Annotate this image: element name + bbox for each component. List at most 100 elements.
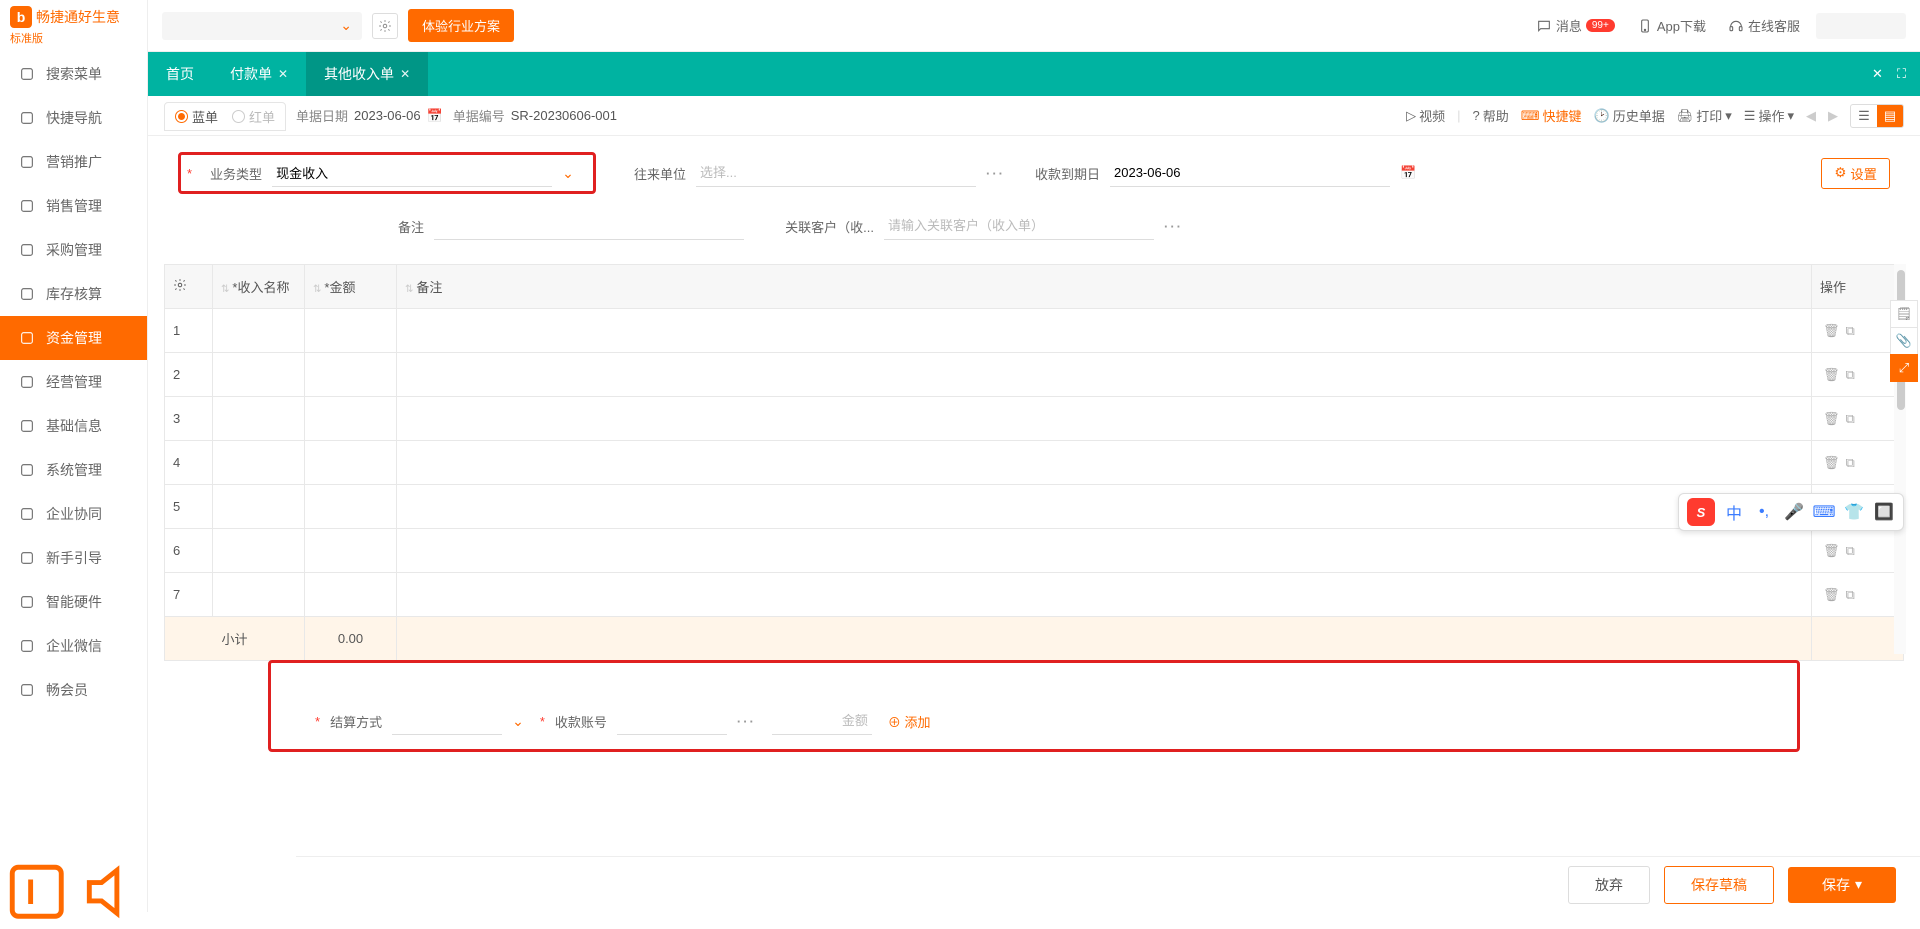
row-delete-icon[interactable]: 🗑	[1820, 411, 1843, 426]
sidebar-sound-icon[interactable]	[74, 872, 148, 912]
ime-skin-icon[interactable]: 👕	[1843, 501, 1865, 523]
save-button[interactable]: 保存 ▾	[1788, 867, 1896, 903]
calendar-icon[interactable]: 📅	[427, 108, 443, 124]
sidebar-item-chip[interactable]: 智能硬件	[0, 580, 147, 624]
ops-button[interactable]: ☰ 操作 ▾	[1744, 106, 1794, 125]
row-copy-icon[interactable]: ⧉	[1843, 455, 1858, 470]
tab[interactable]: 其他收入单✕	[306, 52, 428, 96]
more-icon[interactable]: ···	[986, 166, 1005, 181]
box-icon	[18, 285, 36, 303]
ime-keyboard-icon[interactable]: ⌨	[1813, 501, 1835, 523]
sidebar-item-bag[interactable]: 采购管理	[0, 228, 147, 272]
settle-amount-input[interactable]	[772, 707, 872, 735]
close-icon[interactable]: ✕	[400, 67, 410, 81]
table-row[interactable]: 4🗑⧉	[165, 441, 1904, 485]
float-attach-icon[interactable]: 📎	[1890, 327, 1918, 355]
sidebar-item-box[interactable]: 库存核算	[0, 272, 147, 316]
tab[interactable]: 付款单✕	[212, 52, 306, 96]
messages-button[interactable]: 消息 99+	[1530, 16, 1621, 35]
online-service-button[interactable]: 在线客服	[1722, 16, 1806, 35]
sidebar-item-money[interactable]: 资金管理	[0, 316, 147, 360]
sidebar-item-gear[interactable]: 系统管理	[0, 448, 147, 492]
col-remark[interactable]: ⇅备注	[397, 265, 1812, 309]
shortcut-button[interactable]: ⌨ 快捷键	[1521, 106, 1582, 125]
row-copy-icon[interactable]: ⧉	[1843, 367, 1858, 382]
view-form-icon[interactable]: ▤	[1877, 105, 1903, 127]
chevron-down-icon[interactable]: ⌄	[512, 713, 524, 730]
row-copy-icon[interactable]: ⧉	[1843, 411, 1858, 426]
ime-mic-icon[interactable]: 🎤	[1783, 501, 1805, 523]
ime-toolbar[interactable]: S 中 •, 🎤 ⌨ 👕 🔲	[1678, 493, 1904, 531]
float-expand-icon[interactable]: ⤢	[1890, 354, 1918, 382]
table-row[interactable]: 2🗑⧉	[165, 353, 1904, 397]
tab-expand-icon[interactable]: ⛶	[1893, 62, 1910, 86]
app-download-button[interactable]: App下载	[1631, 16, 1712, 35]
footer: 放弃 保存草稿 保存 ▾	[296, 856, 1920, 912]
relcust-input[interactable]	[884, 212, 1154, 240]
form-settings-button[interactable]: ⚙ 设置	[1821, 158, 1890, 189]
remark-input[interactable]	[434, 212, 744, 240]
row-delete-icon[interactable]: 🗑	[1820, 367, 1843, 382]
sidebar-item-home[interactable]: 快捷导航	[0, 96, 147, 140]
add-settle-button[interactable]: ⊕ 添加	[888, 712, 931, 731]
prev-icon[interactable]: ◀	[1806, 108, 1816, 124]
sidebar-collapse-icon[interactable]	[0, 872, 74, 912]
gear-icon: ⚙	[1834, 165, 1846, 181]
row-delete-icon[interactable]: 🗑	[1820, 455, 1843, 470]
sidebar-item-tag[interactable]: 销售管理	[0, 184, 147, 228]
table-row[interactable]: 7🗑⧉	[165, 573, 1904, 617]
due-input[interactable]	[1110, 159, 1390, 187]
table-config-button[interactable]	[165, 265, 213, 309]
user-profile[interactable]	[1816, 13, 1906, 39]
float-note-icon[interactable]: 🗒	[1890, 300, 1918, 328]
chevron-down-icon[interactable]: ⌄	[562, 165, 574, 182]
settle-method-input[interactable]	[392, 707, 502, 735]
sidebar-item-info[interactable]: 基础信息	[0, 404, 147, 448]
close-icon[interactable]: ✕	[278, 67, 288, 81]
col-amount[interactable]: ⇅*金额	[305, 265, 397, 309]
row-delete-icon[interactable]: 🗑	[1820, 323, 1843, 338]
org-settings-button[interactable]	[372, 13, 398, 39]
table-row[interactable]: 1🗑⧉	[165, 309, 1904, 353]
sidebar-item-doc[interactable]: 经营管理	[0, 360, 147, 404]
more-icon[interactable]: ···	[1164, 219, 1183, 234]
save-draft-button[interactable]: 保存草稿	[1664, 866, 1774, 904]
sidebar-item-gift[interactable]: 营销推广	[0, 140, 147, 184]
radio-red[interactable]: 红单	[232, 107, 275, 126]
org-selector[interactable]: ⌄	[162, 12, 362, 40]
radio-blue[interactable]: 蓝单	[175, 107, 218, 126]
row-copy-icon[interactable]: ⧉	[1843, 543, 1858, 558]
experience-button[interactable]: 体验行业方案	[408, 9, 514, 42]
help-button[interactable]: ? 帮助	[1473, 106, 1509, 125]
history-button[interactable]: 🕑 历史单据	[1594, 106, 1665, 125]
table-row[interactable]: 6🗑⧉	[165, 529, 1904, 573]
row-delete-icon[interactable]: 🗑	[1820, 543, 1843, 558]
row-delete-icon[interactable]: 🗑	[1820, 587, 1843, 602]
biz-type-input[interactable]	[272, 159, 552, 187]
calendar-icon[interactable]: 📅	[1400, 165, 1416, 181]
table-row[interactable]: 5🗑⧉	[165, 485, 1904, 529]
tab-close-icon[interactable]: ✕	[1868, 62, 1887, 86]
ime-toolbox-icon[interactable]: 🔲	[1873, 501, 1895, 523]
print-button[interactable]: 🖨 打印 ▾	[1677, 106, 1732, 125]
next-icon[interactable]: ▶	[1828, 108, 1838, 124]
settle-acct-input[interactable]	[617, 707, 727, 735]
discard-button[interactable]: 放弃	[1568, 866, 1650, 904]
video-button[interactable]: ▷ 视频	[1406, 106, 1445, 125]
unit-input[interactable]	[696, 159, 976, 187]
view-list-icon[interactable]: ☰	[1851, 105, 1877, 127]
sidebar-item-search[interactable]: 搜索菜单	[0, 52, 147, 96]
table-row[interactable]: 3🗑⧉	[165, 397, 1904, 441]
row-copy-icon[interactable]: ⧉	[1843, 587, 1858, 602]
sidebar-item-wechat[interactable]: 企业微信	[0, 624, 147, 668]
sidebar-item-vip[interactable]: 畅会员	[0, 668, 147, 712]
row-copy-icon[interactable]: ⧉	[1843, 323, 1858, 338]
sidebar-item-rocket[interactable]: 新手引导	[0, 536, 147, 580]
ime-punct-icon[interactable]: •,	[1753, 501, 1775, 523]
doc-date-value[interactable]: 2023-06-06	[354, 108, 421, 123]
tab[interactable]: 首页	[148, 52, 212, 96]
col-income-name[interactable]: ⇅*收入名称	[213, 265, 305, 309]
more-icon[interactable]: ···	[737, 714, 756, 729]
ime-lang-button[interactable]: 中	[1723, 501, 1745, 523]
sidebar-item-team[interactable]: 企业协同	[0, 492, 147, 536]
